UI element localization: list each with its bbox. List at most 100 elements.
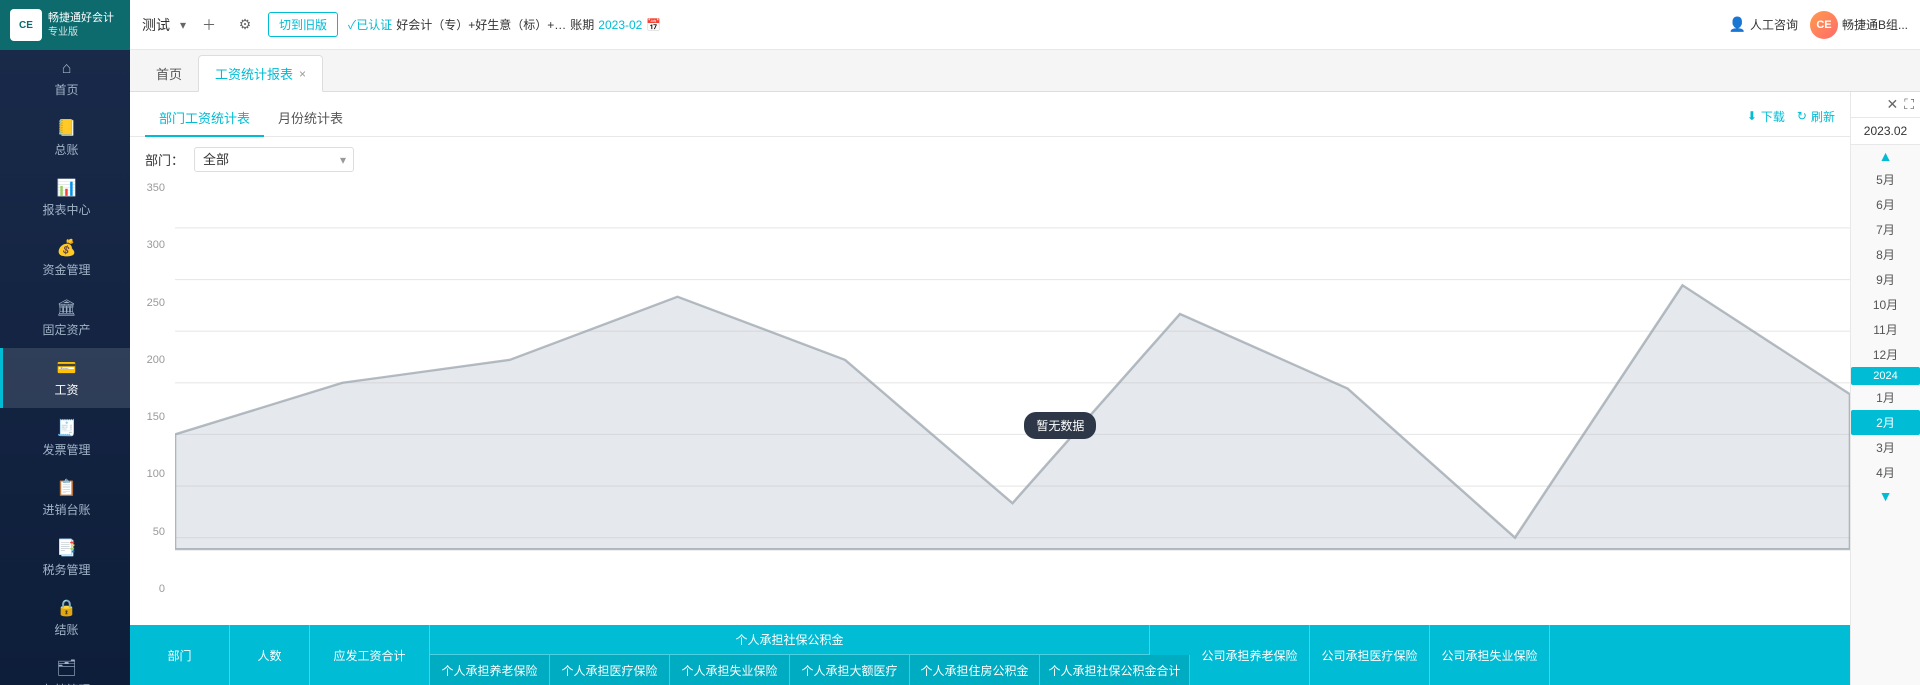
- sidebar-item-label: 固定资产: [42, 321, 90, 338]
- salary-icon: 💳: [57, 358, 77, 378]
- month-4[interactable]: 4月: [1851, 460, 1920, 485]
- sidebar-item-assets[interactable]: 🏛 固定资产: [0, 288, 130, 348]
- sidebar-item-label: 资金管理: [42, 261, 90, 278]
- th-dept: 部门: [130, 625, 230, 685]
- month-8[interactable]: 8月: [1851, 242, 1920, 267]
- th-total-salary: 应发工资合计: [310, 625, 430, 685]
- sidebar-item-label: 工资: [54, 381, 78, 398]
- month-7[interactable]: 7月: [1851, 217, 1920, 242]
- year-display: 2023.02: [1851, 118, 1920, 145]
- logo-text: 畅捷通好会计 专业版: [48, 11, 114, 38]
- sidebar-item-label: 报表中心: [42, 201, 90, 218]
- sidebar-item-label: 结账: [54, 621, 78, 638]
- table-area: 部门 人数 应发工资合计 个人承担社保公积金 个人承担养老保险: [130, 625, 1850, 685]
- th-sub-cols: 个人承担养老保险 个人承担医疗保险 个人承担失业保险 个人承担大额医疗 个人承担…: [430, 655, 1190, 685]
- th-count: 人数: [230, 625, 310, 685]
- app-logo: CE 畅捷通好会计 专业版: [0, 0, 130, 50]
- month-5[interactable]: 5月: [1851, 167, 1920, 192]
- y-label-100: 100: [130, 468, 170, 480]
- month-11[interactable]: 11月: [1851, 317, 1920, 342]
- th-individual-major-medical: 个人承担大额医疗: [790, 655, 910, 685]
- sidebar-item-salary[interactable]: 💳 工资: [0, 348, 130, 408]
- topbar: 测试 ▾ ＋ ⚙ 切到旧版 ✓已认证 好会计（专）+好生意（标）+… 账期 20…: [130, 0, 1920, 50]
- month-2[interactable]: 2月: [1851, 410, 1920, 435]
- scroll-up-btn[interactable]: ▲: [1876, 145, 1896, 167]
- switch-old-btn[interactable]: 切到旧版: [268, 12, 338, 37]
- y-label-150: 150: [130, 411, 170, 423]
- th-company-pension: 公司承担养老保险: [1190, 625, 1310, 685]
- month-10[interactable]: 10月: [1851, 292, 1920, 317]
- sidebar-item-home[interactable]: ⌂首页: [0, 50, 130, 108]
- y-axis: 0 50 100 150 200 250 300 350: [130, 182, 170, 595]
- company-dropdown-icon[interactable]: ▾: [180, 18, 186, 32]
- month-12[interactable]: 12月: [1851, 342, 1920, 367]
- sidebar-item-funds[interactable]: 💰资金管理: [0, 228, 130, 288]
- refresh-btn[interactable]: ↻ 刷新: [1797, 108, 1835, 125]
- month-6[interactable]: 6月: [1851, 192, 1920, 217]
- tab-close-icon[interactable]: ×: [299, 67, 306, 81]
- sidebar-item-reports[interactable]: 📊报表中心: [0, 168, 130, 228]
- sidebar-nav: ⌂首页 📒 总账 📊报表中心💰资金管理 🏛 固定资产 💳 工资 🧾 发票管理 📋进销台账📑税务管理🔒…: [0, 50, 130, 685]
- user-menu[interactable]: CE 畅捷通B组...: [1810, 11, 1908, 39]
- th-individual-unemployment: 个人承担失业保险: [670, 655, 790, 685]
- sidebar-item-tax[interactable]: 📑税务管理: [0, 528, 130, 588]
- scroll-down-btn[interactable]: ▼: [1876, 485, 1896, 507]
- assets-icon: 🏛: [56, 298, 76, 318]
- chart-wrapper: 0 50 100 150 200 250 300 350: [130, 182, 1850, 625]
- topbar-right: 👤 人工咨询 CE 畅捷通B组...: [1729, 11, 1908, 39]
- th-group-label: 个人承担社保公积金: [430, 625, 1150, 655]
- filter-row: 部门： 全部 销售部 技术部 财务部 行政部 ▾: [130, 137, 1850, 182]
- y-label-250: 250: [130, 297, 170, 309]
- tax-icon: 📑: [57, 538, 77, 558]
- certified-badge: ✓已认证 好会计（专）+好生意（标）+… 账期 2023-02 📅: [348, 16, 661, 33]
- invoice-icon: 🧾: [57, 418, 77, 438]
- th-individual-medical: 个人承担医疗保险: [550, 655, 670, 685]
- sidebar-item-invoice[interactable]: 🧾 发票管理: [0, 408, 130, 468]
- chart-svg-area: [175, 182, 1850, 595]
- settings-btn[interactable]: ⚙: [232, 12, 258, 38]
- sidebar-item-label: 发票管理: [42, 441, 90, 458]
- user-avatar: CE: [1810, 11, 1838, 39]
- ledger-icon: 📒: [57, 118, 77, 138]
- month-3[interactable]: 3月: [1851, 435, 1920, 460]
- logo-icon: CE: [10, 9, 42, 41]
- sidebar-item-label: 进销台账: [42, 501, 90, 518]
- add-btn[interactable]: ＋: [196, 12, 222, 38]
- tab-salary-report[interactable]: 工资统计报表 ×: [198, 55, 323, 92]
- sidebar-item-label: 总账: [54, 141, 78, 158]
- sidebar-item-ledger[interactable]: 📒 总账: [0, 108, 130, 168]
- current-year-label: 2024: [1851, 367, 1920, 385]
- main-area: 测试 ▾ ＋ ⚙ 切到旧版 ✓已认证 好会计（专）+好生意（标）+… 账期 20…: [130, 0, 1920, 685]
- sub-tab-monthly[interactable]: 月份统计表: [264, 102, 357, 137]
- y-label-350: 350: [130, 182, 170, 194]
- content-main: 部门工资统计表 月份统计表 ⬇ 下载 ↻ 刷新: [130, 92, 1850, 685]
- sidebar: CE 畅捷通好会计 专业版 ⌂首页 📒 总账 📊报表中心💰资金管理 🏛 固定资产 💳 工资 🧾 发…: [0, 0, 130, 685]
- sidebar-item-label: 首页: [54, 81, 78, 98]
- month-9[interactable]: 9月: [1851, 267, 1920, 292]
- month-1[interactable]: 1月: [1851, 385, 1920, 410]
- chart-tooltip: 暂无数据: [1024, 412, 1096, 439]
- content-area: 部门工资统计表 月份统计表 ⬇ 下载 ↻ 刷新: [130, 92, 1920, 685]
- archive-icon: 🗂: [56, 658, 76, 678]
- panel-controls: ✕ ⛶: [1851, 92, 1920, 118]
- download-icon: ⬇: [1747, 109, 1757, 123]
- chart-svg: [175, 182, 1850, 595]
- panel-expand-icon[interactable]: ⛶: [1904, 96, 1914, 113]
- dept-select-wrapper: 全部 销售部 技术部 财务部 行政部 ▾: [194, 147, 354, 172]
- panel-close-icon[interactable]: ✕: [1886, 96, 1898, 113]
- sidebar-item-archive[interactable]: 🗂 归档管理: [0, 648, 130, 685]
- y-label-0: 0: [130, 583, 170, 595]
- sidebar-item-sales[interactable]: 📋进销台账: [0, 468, 130, 528]
- th-company-medical: 公司承担医疗保险: [1310, 625, 1430, 685]
- tab-home[interactable]: 首页: [140, 56, 198, 91]
- dept-select[interactable]: 全部 销售部 技术部 财务部 行政部: [194, 147, 354, 172]
- sidebar-item-label: 归档管理: [42, 681, 90, 685]
- sidebar-item-closing[interactable]: 🔒结账: [0, 588, 130, 648]
- sub-tab-dept[interactable]: 部门工资统计表: [145, 102, 264, 137]
- refresh-icon: ↻: [1797, 109, 1807, 123]
- ai-consult-btn[interactable]: 👤 人工咨询: [1729, 16, 1798, 33]
- y-label-200: 200: [130, 354, 170, 366]
- th-group: 个人承担社保公积金 个人承担养老保险 个人承担医疗保险 个人承担失业保险 个人承…: [430, 625, 1190, 685]
- th-individual-total: 个人承担社保公积金合计: [1040, 655, 1190, 685]
- download-btn[interactable]: ⬇ 下载: [1747, 108, 1785, 125]
